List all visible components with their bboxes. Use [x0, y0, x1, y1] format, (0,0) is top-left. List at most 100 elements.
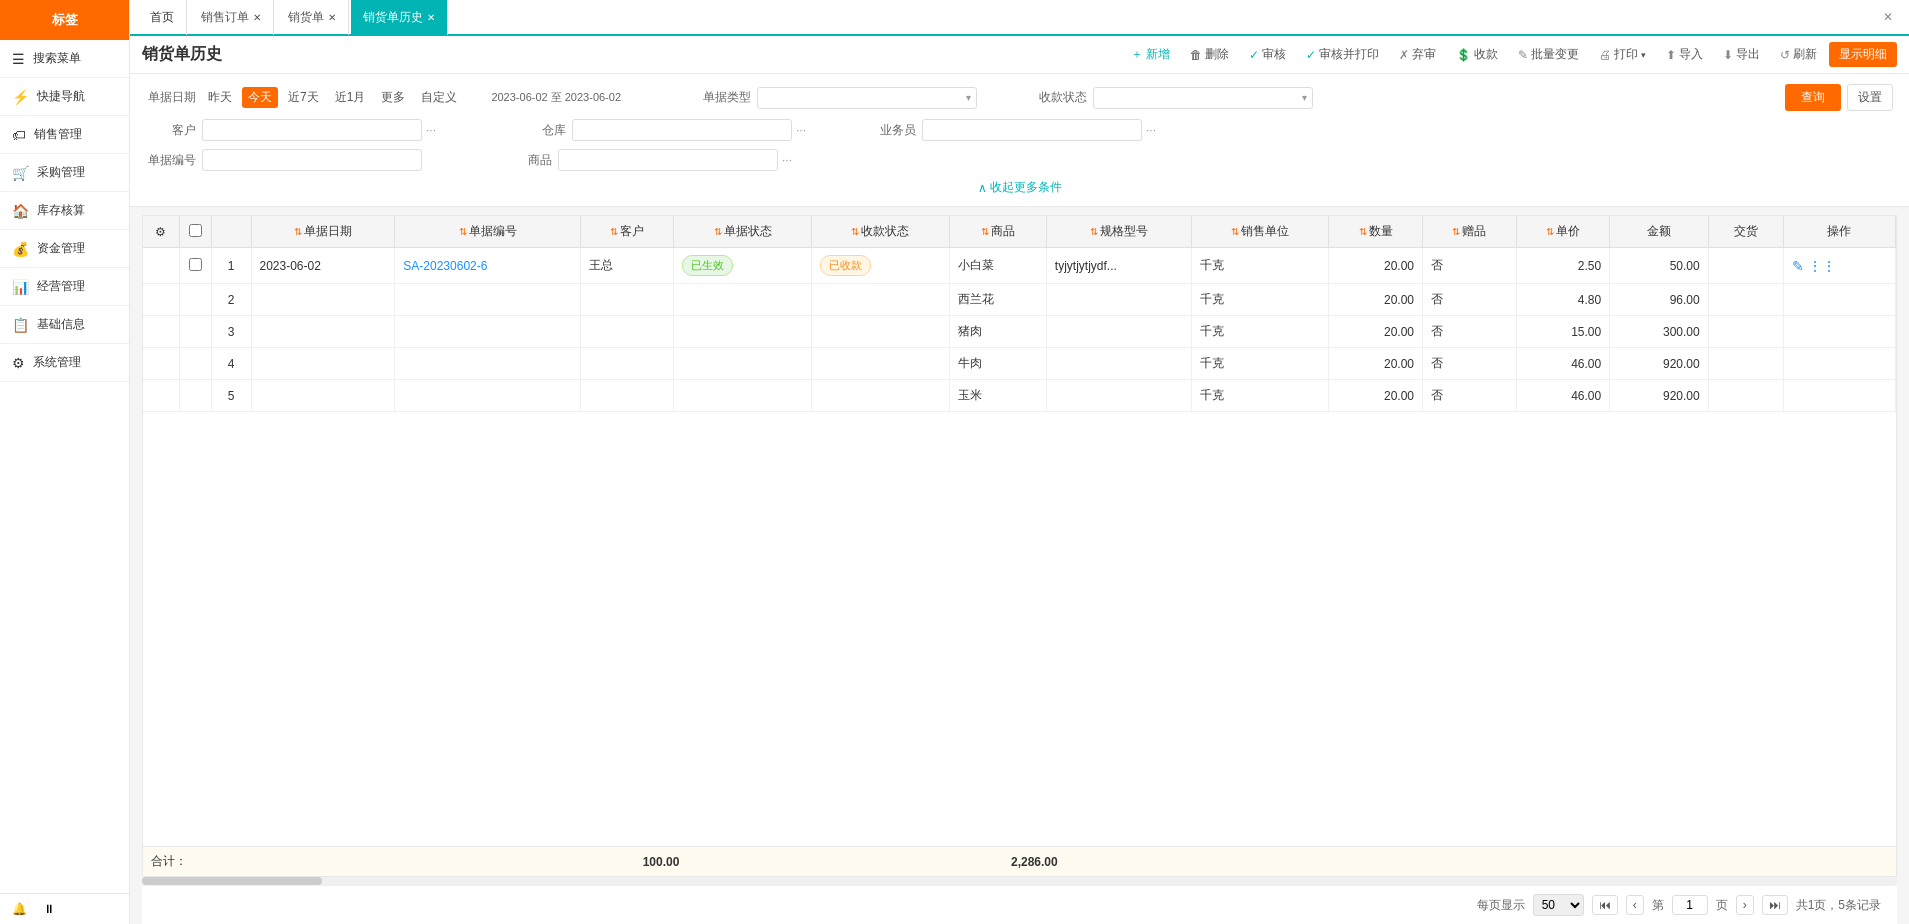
col-doc-status-header[interactable]: ⇅单据状态	[674, 216, 812, 248]
scrollbar-thumb[interactable]	[142, 877, 322, 885]
date-btn-custom[interactable]: 自定义	[415, 87, 463, 108]
audit-button[interactable]: ✓ 审核	[1241, 42, 1294, 67]
col-qty-header[interactable]: ⇅数量	[1329, 216, 1423, 248]
select-all-checkbox[interactable]	[189, 224, 202, 237]
settings-button[interactable]: 设置	[1847, 84, 1893, 111]
customer-input[interactable]	[202, 119, 422, 141]
prev-page-btn[interactable]: ‹	[1626, 895, 1644, 915]
tab-home[interactable]: 首页	[138, 0, 187, 35]
row-action[interactable]	[1783, 284, 1895, 316]
doc-number-input[interactable]	[202, 149, 422, 171]
col-check-header[interactable]	[179, 216, 211, 248]
sidebar-item-sales-mgmt[interactable]: 🏷 销售管理	[0, 116, 129, 154]
close-tab-sales-goods[interactable]: ✕	[328, 12, 336, 23]
close-tab-sales-history[interactable]: ✕	[427, 12, 435, 23]
row-check[interactable]	[179, 316, 211, 348]
warehouse-more-icon[interactable]: ···	[796, 123, 806, 137]
add-button[interactable]: ＋ 新增	[1123, 42, 1178, 67]
import-button[interactable]: ⬆ 导入	[1658, 42, 1711, 67]
sidebar-item-finance[interactable]: 💰 资金管理	[0, 230, 129, 268]
col-doc-date-header[interactable]: ⇅单据日期	[251, 216, 395, 248]
sidebar-item-operations[interactable]: 📊 经营管理	[0, 268, 129, 306]
col-settings-header[interactable]: ⚙	[143, 216, 179, 248]
query-button[interactable]: 查询	[1785, 84, 1841, 111]
collect-status-input[interactable]	[1093, 87, 1313, 109]
col-gift-header[interactable]: ⇅赠品	[1423, 216, 1517, 248]
doc-number-link[interactable]: SA-20230602-6	[403, 259, 487, 273]
collect-status-dropdown-icon[interactable]: ▾	[1302, 92, 1307, 103]
doc-type-input[interactable]	[757, 87, 977, 109]
tab-sales-history[interactable]: 销货单历史 ✕	[351, 0, 448, 35]
per-page-select[interactable]: 50 100 200	[1533, 894, 1584, 916]
page-number-input[interactable]	[1672, 895, 1708, 915]
sidebar-item-system-mgmt[interactable]: ⚙ 系统管理	[0, 344, 129, 382]
tab-sales-order[interactable]: 销售订单 ✕	[189, 0, 274, 35]
more-icon[interactable]: ⋮⋮	[1808, 258, 1836, 274]
edit-icon[interactable]: ✎	[1792, 258, 1804, 274]
date-btn-1month[interactable]: 近1月	[329, 87, 372, 108]
row-check[interactable]	[179, 284, 211, 316]
row-doc-number[interactable]	[395, 316, 580, 348]
pause-icon[interactable]: ⏸	[43, 902, 55, 916]
col-goods-header[interactable]: ⇅商品	[949, 216, 1046, 248]
col-unit-price-header[interactable]: ⇅单价	[1516, 216, 1610, 248]
sidebar-item-purchase-mgmt[interactable]: 🛒 采购管理	[0, 154, 129, 192]
salesperson-input[interactable]	[922, 119, 1142, 141]
date-btn-yesterday[interactable]: 昨天	[202, 87, 238, 108]
col-unit-header[interactable]: ⇅销售单位	[1191, 216, 1329, 248]
row-action[interactable]: ✎⋮⋮	[1783, 248, 1895, 284]
col-spec-header[interactable]: ⇅规格型号	[1046, 216, 1191, 248]
batch-change-button[interactable]: ✎ 批量变更	[1510, 42, 1587, 67]
abandon-button[interactable]: ✗ 弃审	[1391, 42, 1444, 67]
sidebar-item-search-menu[interactable]: ☰ 搜索菜单	[0, 40, 129, 78]
date-btn-7days[interactable]: 近7天	[282, 87, 325, 108]
row-doc-status: 已生效	[674, 248, 812, 284]
first-page-btn[interactable]: ⏮	[1592, 895, 1618, 915]
row-check[interactable]	[179, 348, 211, 380]
col-transaction-header: 交货	[1708, 216, 1783, 248]
export-button[interactable]: ⬇ 导出	[1715, 42, 1768, 67]
audit-print-button[interactable]: ✓ 审核并打印	[1298, 42, 1387, 67]
refresh-button[interactable]: ↺ 刷新	[1772, 42, 1825, 67]
date-btn-today[interactable]: 今天	[242, 87, 278, 108]
row-doc-number[interactable]	[395, 380, 580, 412]
horizontal-scrollbar[interactable]	[142, 877, 1897, 885]
delete-button[interactable]: 🗑 删除	[1182, 42, 1237, 67]
date-btn-more[interactable]: 更多	[375, 87, 411, 108]
close-tab-sales-order[interactable]: ✕	[253, 12, 261, 23]
notification-icon[interactable]: 🔔	[12, 902, 27, 916]
collapse-more-btn[interactable]: ∧ 收起更多条件	[146, 179, 1893, 196]
col-customer-header[interactable]: ⇅客户	[580, 216, 674, 248]
row-checkbox[interactable]	[189, 258, 202, 271]
salesperson-more-icon[interactable]: ···	[1146, 123, 1156, 137]
col-collect-status-header[interactable]: ⇅收款状态	[812, 216, 950, 248]
sidebar-item-inventory[interactable]: 🏠 库存核算	[0, 192, 129, 230]
total-info: 共1页，5条记录	[1796, 897, 1881, 914]
col-seq-header	[211, 216, 251, 248]
customer-more-icon[interactable]: ···	[426, 123, 436, 137]
row-check[interactable]	[179, 380, 211, 412]
print-button[interactable]: 🖨 打印 ▾	[1591, 42, 1654, 67]
sidebar-item-quick-nav[interactable]: ⚡ 快捷导航	[0, 78, 129, 116]
warehouse-input[interactable]	[572, 119, 792, 141]
row-action[interactable]	[1783, 380, 1895, 412]
goods-input[interactable]	[558, 149, 778, 171]
row-action[interactable]	[1783, 348, 1895, 380]
sidebar-item-basic-info[interactable]: 📋 基础信息	[0, 306, 129, 344]
row-goods: 猪肉	[949, 316, 1046, 348]
row-action[interactable]	[1783, 316, 1895, 348]
collect-button[interactable]: 💲 收款	[1448, 42, 1506, 67]
doc-type-dropdown-icon[interactable]: ▾	[966, 92, 971, 103]
show-detail-button[interactable]: 显示明细	[1829, 42, 1897, 67]
tab-sales-goods[interactable]: 销货单 ✕	[276, 0, 349, 35]
last-page-btn[interactable]: ⏭	[1762, 895, 1788, 915]
row-doc-number[interactable]	[395, 284, 580, 316]
row-goods: 西兰花	[949, 284, 1046, 316]
window-close-icon[interactable]: ✕	[1875, 6, 1901, 28]
row-check[interactable]	[179, 248, 211, 284]
goods-more-icon[interactable]: ···	[782, 153, 792, 167]
row-doc-number[interactable]	[395, 348, 580, 380]
next-page-btn[interactable]: ›	[1736, 895, 1754, 915]
col-doc-number-header[interactable]: ⇅单据编号	[395, 216, 580, 248]
row-doc-number[interactable]: SA-20230602-6	[395, 248, 580, 284]
